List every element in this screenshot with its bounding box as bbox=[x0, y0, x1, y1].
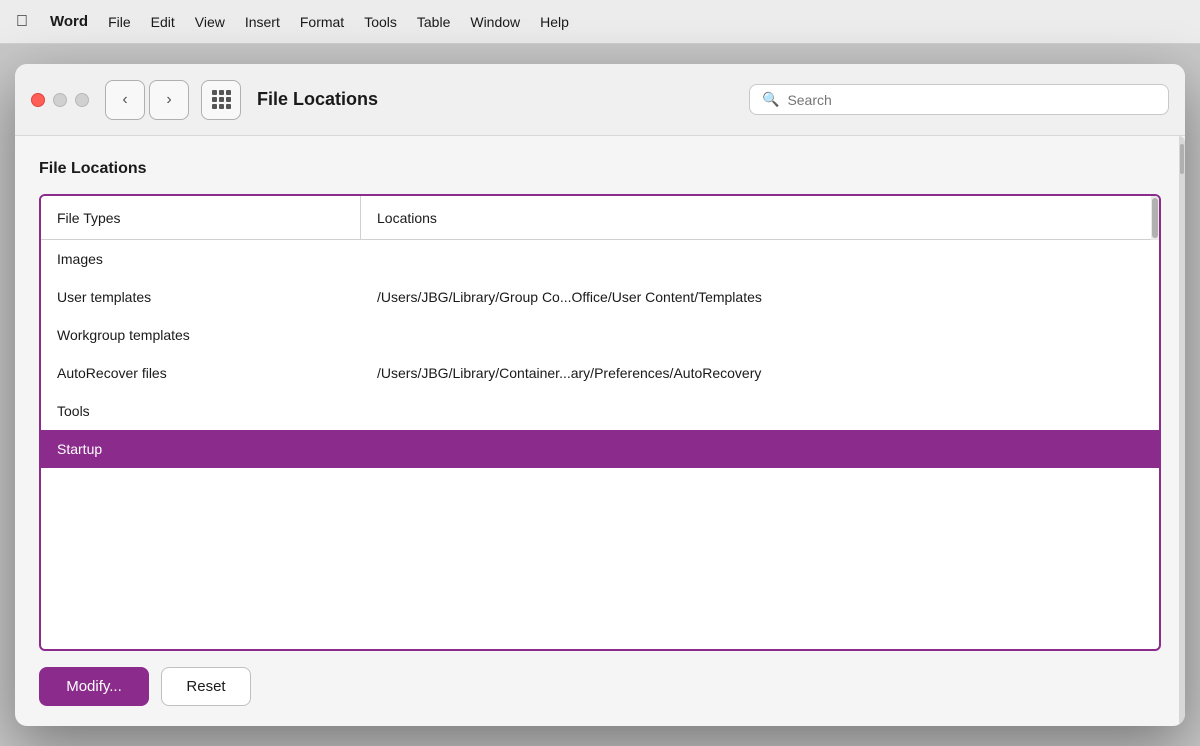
cell-location: /Users/JBG/Library/Group Co...Office/Use… bbox=[361, 281, 1159, 313]
menu-file[interactable]: File bbox=[98, 10, 141, 34]
table-header: File Types Locations bbox=[41, 196, 1159, 240]
nav-buttons: ‹ › bbox=[105, 80, 189, 120]
apple-menu[interactable]:  bbox=[8, 9, 36, 35]
cell-location bbox=[361, 251, 1159, 267]
section-title: File Locations bbox=[39, 160, 1161, 178]
table-row[interactable]: User templates/Users/JBG/Library/Group C… bbox=[41, 278, 1159, 316]
cell-file-type: AutoRecover files bbox=[41, 357, 361, 389]
menu-window[interactable]: Window bbox=[460, 10, 530, 34]
footer: Modify... Reset bbox=[39, 651, 1161, 706]
app-menu-word[interactable]: Word bbox=[40, 9, 98, 34]
menu-tools[interactable]: Tools bbox=[354, 10, 407, 34]
cell-location bbox=[361, 403, 1159, 419]
table-scrollbar-thumb bbox=[1152, 198, 1158, 238]
table-row[interactable]: Images bbox=[41, 240, 1159, 278]
right-scrollbar bbox=[1179, 136, 1185, 726]
menu-table[interactable]: Table bbox=[407, 10, 460, 34]
menu-view[interactable]: View bbox=[185, 10, 235, 34]
table-body: ImagesUser templates/Users/JBG/Library/G… bbox=[41, 240, 1159, 649]
minimize-button[interactable] bbox=[53, 93, 67, 107]
dialog-window: ‹ › File Locations 🔍 File Locations bbox=[15, 64, 1185, 726]
grid-icon bbox=[212, 90, 231, 109]
cell-file-type: Startup bbox=[41, 433, 361, 465]
menu-insert[interactable]: Insert bbox=[235, 10, 290, 34]
cell-file-type: Images bbox=[41, 243, 361, 275]
cell-file-type: Workgroup templates bbox=[41, 319, 361, 351]
back-icon: ‹ bbox=[122, 91, 127, 109]
scrollbar-thumb bbox=[1180, 144, 1184, 174]
close-button[interactable] bbox=[31, 93, 45, 107]
search-input[interactable] bbox=[787, 92, 1156, 108]
window-controls bbox=[31, 93, 89, 107]
table-row[interactable]: Startup bbox=[41, 430, 1159, 468]
table-scrollbar-track bbox=[1151, 196, 1159, 240]
cell-location: /Users/JBG/Library/Container...ary/Prefe… bbox=[361, 357, 1159, 389]
table-row[interactable]: Workgroup templates bbox=[41, 316, 1159, 354]
table-row[interactable]: AutoRecover files/Users/JBG/Library/Cont… bbox=[41, 354, 1159, 392]
table-row[interactable]: Tools bbox=[41, 392, 1159, 430]
file-locations-table: File Types Locations ImagesUser template… bbox=[39, 194, 1161, 651]
maximize-button[interactable] bbox=[75, 93, 89, 107]
col-header-file-types: File Types bbox=[41, 196, 361, 239]
menu-format[interactable]: Format bbox=[290, 10, 354, 34]
cell-location bbox=[361, 327, 1159, 343]
back-button[interactable]: ‹ bbox=[105, 80, 145, 120]
modify-button[interactable]: Modify... bbox=[39, 667, 149, 706]
menu-help[interactable]: Help bbox=[530, 10, 579, 34]
col-header-locations: Locations bbox=[361, 210, 1151, 226]
forward-icon: › bbox=[166, 91, 171, 109]
dialog-title: File Locations bbox=[257, 89, 749, 110]
search-icon: 🔍 bbox=[762, 91, 779, 108]
grid-view-button[interactable] bbox=[201, 80, 241, 120]
cell-location bbox=[361, 441, 1159, 457]
menu-edit[interactable]: Edit bbox=[141, 10, 185, 34]
cell-file-type: User templates bbox=[41, 281, 361, 313]
search-box[interactable]: 🔍 bbox=[749, 84, 1169, 115]
cell-file-type: Tools bbox=[41, 395, 361, 427]
reset-button[interactable]: Reset bbox=[161, 667, 251, 706]
forward-button[interactable]: › bbox=[149, 80, 189, 120]
menubar:  Word File Edit View Insert Format Tool… bbox=[0, 0, 1200, 44]
titlebar: ‹ › File Locations 🔍 bbox=[15, 64, 1185, 136]
main-content: File Locations File Types Locations Imag… bbox=[15, 136, 1185, 726]
